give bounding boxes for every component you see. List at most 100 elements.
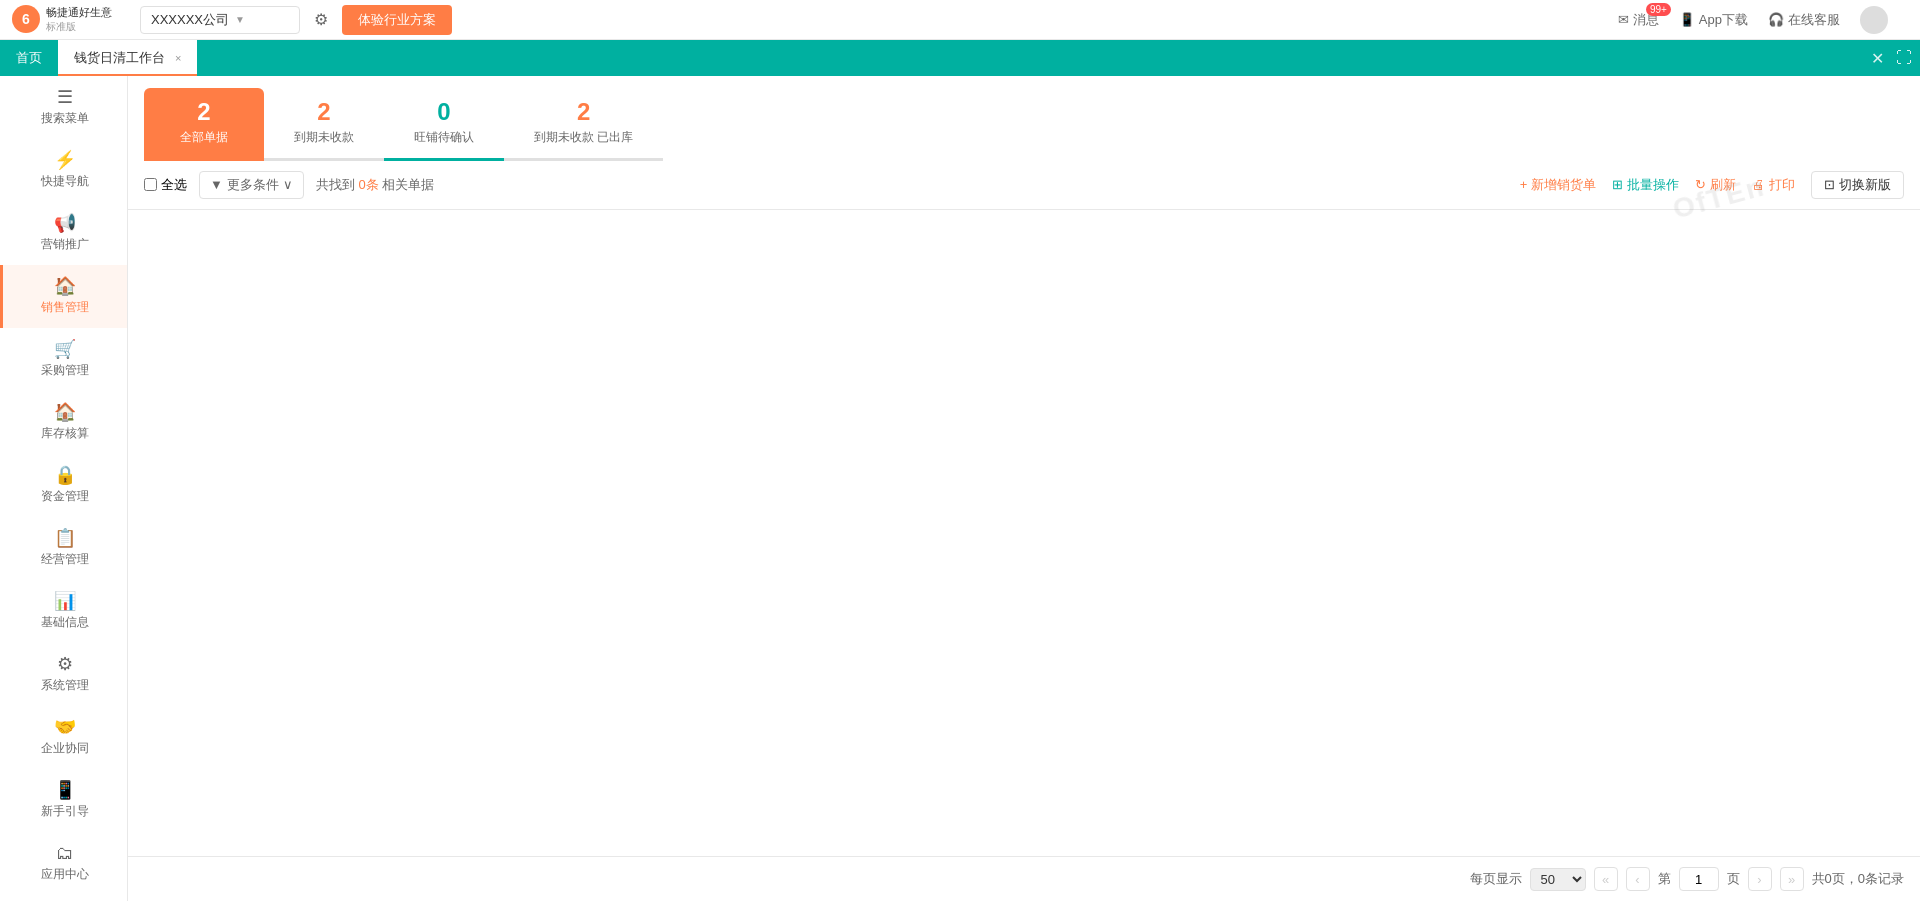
sidebar-item-operations[interactable]: 📋 经营管理 <box>0 517 127 580</box>
select-all-input[interactable] <box>144 178 157 191</box>
main-layout: ☰ 搜索菜单 ⚡ 快捷导航 📢 营销推广 🏠 销售管理 🛒 采购管理 🏠 库存核… <box>0 76 1920 901</box>
stat-num-pending: 0 <box>437 98 450 127</box>
nav-tabs-bar: 首页 钱货日清工作台 × ✕ ⛶ <box>0 40 1920 76</box>
print-label: 打印 <box>1769 176 1795 194</box>
found-count: 0条 <box>359 177 379 192</box>
prev-page-icon: ‹ <box>1635 872 1639 887</box>
message-badge: 99+ <box>1646 3 1671 16</box>
print-icon: 🖨 <box>1752 177 1765 192</box>
online-service-button[interactable]: 🎧 在线客服 <box>1768 11 1840 29</box>
filter-label: 更多条件 <box>227 176 279 194</box>
company-name: XXXXXX公司 <box>151 11 229 29</box>
sidebar-item-basic-info[interactable]: 📊 基础信息 <box>0 580 127 643</box>
finance-label: 资金管理 <box>41 488 89 505</box>
logo-icon: 6 <box>12 5 40 33</box>
next-page-icon: › <box>1757 872 1761 887</box>
stat-card-outbound[interactable]: 2 到期未收款 已出库 <box>504 88 663 161</box>
stats-bar: 2 全部单据 2 到期未收款 0 旺铺待确认 2 到期未收款 已出库 <box>128 76 1920 161</box>
finance-icon: 🔒 <box>54 466 76 484</box>
guide-icon: 📱 <box>54 781 76 799</box>
active-tab-label: 钱货日清工作台 <box>74 49 165 67</box>
select-all-checkbox[interactable]: 全选 <box>144 176 187 194</box>
refresh-icon: ↻ <box>1695 177 1706 192</box>
operations-icon: 📋 <box>54 529 76 547</box>
sidebar-item-guide[interactable]: 📱 新手引导 <box>0 769 127 832</box>
stat-label-outbound: 到期未收款 已出库 <box>534 129 633 146</box>
tab-close-icon[interactable]: × <box>175 52 181 64</box>
settings-gear-button[interactable]: ⚙ <box>306 5 336 35</box>
add-sales-order-button[interactable]: + 新增销货单 <box>1520 176 1596 194</box>
company-selector[interactable]: XXXXXX公司 ▼ <box>140 6 300 34</box>
select-all-label: 全选 <box>161 176 187 194</box>
app-download-button[interactable]: 📱 App下载 <box>1679 11 1748 29</box>
system-label: 系统管理 <box>41 677 89 694</box>
nav-expand-icon[interactable]: ⛶ <box>1896 49 1912 67</box>
last-page-icon: » <box>1788 872 1795 887</box>
sidebar-item-enterprise[interactable]: 🤝 企业协同 <box>0 706 127 769</box>
page-number-input[interactable] <box>1679 867 1719 891</box>
next-page-button[interactable]: › <box>1748 867 1772 891</box>
marketing-label: 营销推广 <box>41 236 89 253</box>
filter-icon: ▼ <box>210 177 223 192</box>
switch-icon: ⊡ <box>1824 177 1835 192</box>
inventory-icon: 🏠 <box>54 403 76 421</box>
first-page-button[interactable]: « <box>1594 867 1618 891</box>
quick-nav-icon: ⚡ <box>54 151 76 169</box>
logo-title: 畅捷通好生意 <box>46 5 112 19</box>
print-button[interactable]: 🖨 打印 <box>1752 176 1795 194</box>
home-tab-label: 首页 <box>16 49 42 67</box>
last-page-button[interactable]: » <box>1780 867 1804 891</box>
toolbar: 全选 ▼ 更多条件 ∨ 共找到 0条 相关单据 + 新增销货单 ⊞ 批量操作 <box>128 161 1920 210</box>
sidebar-item-app-center[interactable]: 🗂 应用中心 <box>0 832 127 895</box>
enterprise-label: 企业协同 <box>41 740 89 757</box>
tab-qian-huo[interactable]: 钱货日清工作台 × <box>58 40 197 76</box>
page-suffix: 页 <box>1727 870 1740 888</box>
nav-close-icon[interactable]: ✕ <box>1871 49 1884 68</box>
sidebar-item-inventory[interactable]: 🏠 库存核算 <box>0 391 127 454</box>
pagination-bar: 每页显示 50 20 100 « ‹ 第 页 › » 共0页，0条记录 <box>128 856 1920 901</box>
prev-page-button[interactable]: ‹ <box>1626 867 1650 891</box>
stat-num-all: 2 <box>197 98 210 127</box>
sidebar-item-sales[interactable]: 🏠 销售管理 <box>0 265 127 328</box>
stat-card-pending[interactable]: 0 旺铺待确认 <box>384 88 504 161</box>
sidebar-item-purchase[interactable]: 🛒 采购管理 <box>0 328 127 391</box>
stat-card-overdue[interactable]: 2 到期未收款 <box>264 88 384 161</box>
user-avatar[interactable] <box>1860 6 1888 34</box>
inventory-label: 库存核算 <box>41 425 89 442</box>
sidebar-item-wechat[interactable]: 💬 企业微信 <box>0 895 127 901</box>
app-download-label: App下载 <box>1699 11 1748 29</box>
per-page-select[interactable]: 50 20 100 <box>1530 868 1586 891</box>
switch-version-button[interactable]: ⊡ 切换新版 <box>1811 171 1904 199</box>
logo-area: 6 畅捷通好生意 标准版 <box>12 5 140 33</box>
stat-label-overdue: 到期未收款 <box>294 129 354 146</box>
message-icon: ✉ <box>1618 12 1629 27</box>
search-menu-label: 搜索菜单 <box>41 110 89 127</box>
refresh-button[interactable]: ↻ 刷新 <box>1695 176 1736 194</box>
table-area <box>128 210 1920 856</box>
page-label: 第 <box>1658 870 1671 888</box>
sidebar-item-system[interactable]: ⚙ 系统管理 <box>0 643 127 706</box>
app-center-label: 应用中心 <box>41 866 89 883</box>
message-button[interactable]: ✉ 消息 99+ <box>1618 11 1659 29</box>
filter-button[interactable]: ▼ 更多条件 ∨ <box>199 171 304 199</box>
sidebar-item-marketing[interactable]: 📢 营销推广 <box>0 202 127 265</box>
tab-home[interactable]: 首页 <box>0 40 58 76</box>
headset-icon: 🎧 <box>1768 12 1784 27</box>
first-page-icon: « <box>1602 872 1609 887</box>
sidebar-item-search-menu[interactable]: ☰ 搜索菜单 <box>0 76 127 139</box>
stat-card-all[interactable]: 2 全部单据 <box>144 88 264 161</box>
stat-num-outbound: 2 <box>577 98 590 127</box>
toolbar-right: + 新增销货单 ⊞ 批量操作 ↻ 刷新 🖨 打印 ⊡ 切换新版 <box>1520 171 1904 199</box>
per-page-label: 每页显示 <box>1470 870 1522 888</box>
search-menu-icon: ☰ <box>57 88 73 106</box>
content-area: 2 全部单据 2 到期未收款 0 旺铺待确认 2 到期未收款 已出库 全选 <box>128 76 1920 901</box>
service-label: 在线客服 <box>1788 11 1840 29</box>
guide-label: 新手引导 <box>41 803 89 820</box>
batch-operation-button[interactable]: ⊞ 批量操作 <box>1612 176 1679 194</box>
sidebar-item-finance[interactable]: 🔒 资金管理 <box>0 454 127 517</box>
phone-icon: 📱 <box>1679 12 1695 27</box>
batch-label: 批量操作 <box>1627 176 1679 194</box>
app-center-icon: 🗂 <box>56 844 74 862</box>
trial-button[interactable]: 体验行业方案 <box>342 5 452 35</box>
sidebar-item-quick-nav[interactable]: ⚡ 快捷导航 <box>0 139 127 202</box>
